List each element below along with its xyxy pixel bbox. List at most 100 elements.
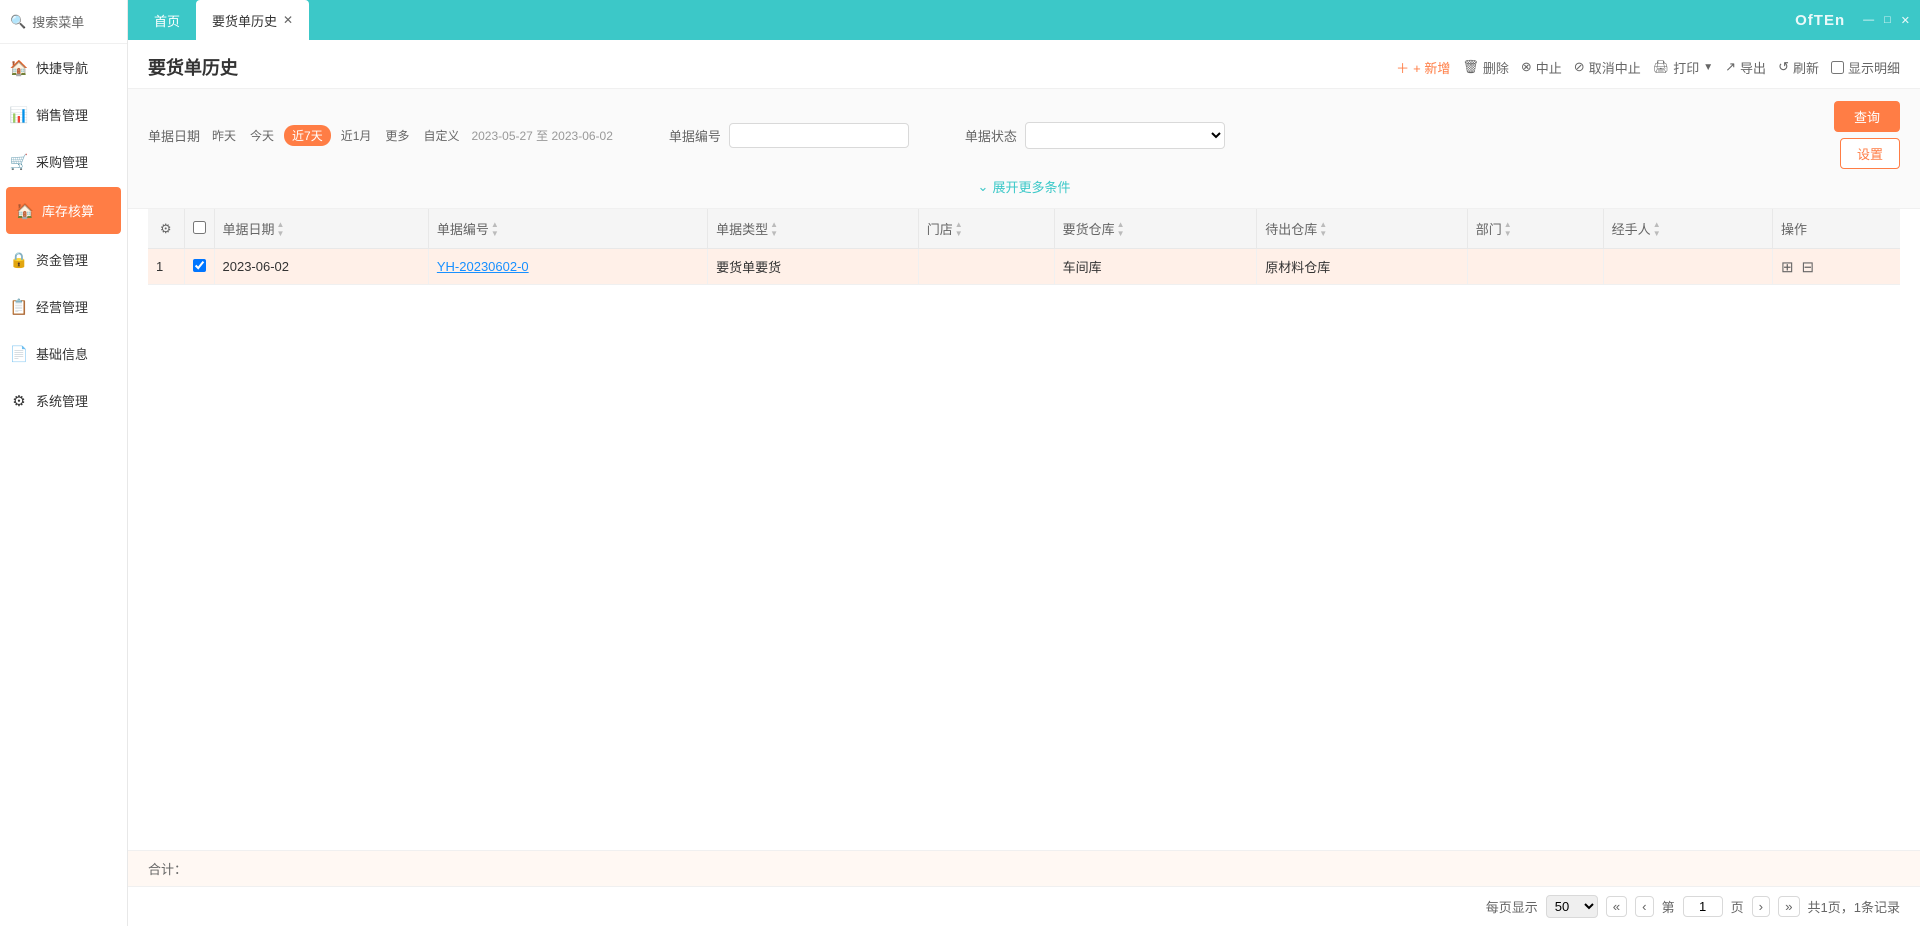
- sidebar-item-basic-info[interactable]: 📄基础信息: [0, 330, 127, 377]
- expand-more-btn[interactable]: ⌄ 展开更多条件: [148, 177, 1900, 196]
- operations-icon: 📋: [10, 298, 28, 316]
- sidebar-item-label: 快捷导航: [36, 58, 88, 77]
- delete-label: 删除: [1483, 58, 1509, 77]
- sidebar-item-label: 库存核算: [42, 201, 94, 220]
- tab-requisition-history[interactable]: 要货单历史 ✕: [196, 0, 309, 40]
- sidebar-item-label: 系统管理: [36, 391, 88, 410]
- window-maximize-btn[interactable]: □: [1884, 14, 1891, 26]
- last-page-btn[interactable]: »: [1778, 896, 1799, 917]
- print-dropdown-icon[interactable]: ▼: [1703, 62, 1713, 73]
- refresh-button[interactable]: ↺ 刷新: [1778, 58, 1819, 77]
- table-row: 1 2023-06-02 YH-20230602-0 要货单要货 车间库 原材料…: [148, 249, 1900, 285]
- col-actions: 操作: [1772, 209, 1900, 249]
- finance-icon: 🔒: [10, 251, 28, 269]
- filter-actions: 查询 设置: [1834, 101, 1900, 169]
- col-settings[interactable]: ⚙: [148, 209, 184, 249]
- col-doc-type: 单据类型 ▲▼: [708, 209, 919, 249]
- sidebar-item-inventory[interactable]: 🏠库存核算: [6, 187, 121, 234]
- delete-button[interactable]: 🗑 删除: [1462, 58, 1509, 77]
- purchase-icon: 🛒: [10, 153, 28, 171]
- tab-requisition-label: 要货单历史: [212, 11, 277, 30]
- pagination-bar: 每页显示 50 20 100 « ‹ 第 页 › » 共1页，1条记录: [128, 886, 1920, 926]
- filter-row-1: 单据日期 昨天 今天 近7天 近1月 更多 自定义 2023-05-27 至 2…: [148, 101, 1900, 169]
- sidebar-item-operations[interactable]: 📋 经营管理: [0, 283, 127, 330]
- sidebar-item-label: 经营管理: [36, 297, 88, 316]
- date-filter-label: 单据日期: [148, 126, 200, 145]
- stop-button[interactable]: ⊗ 中止: [1521, 58, 1562, 77]
- date-btn-1month[interactable]: 近1月: [337, 125, 376, 146]
- cancel-stop-icon: ⊘: [1574, 59, 1585, 75]
- sales-icon: 📊: [10, 106, 28, 124]
- window-minimize-btn[interactable]: —: [1863, 14, 1874, 26]
- date-btn-7days[interactable]: 近7天: [284, 125, 331, 146]
- basic-info-icon: 📄: [10, 345, 28, 363]
- sidebar-item-sales[interactable]: 📊销售管理: [0, 91, 127, 138]
- first-page-btn[interactable]: «: [1606, 896, 1627, 917]
- per-page-select[interactable]: 50 20 100: [1546, 895, 1598, 918]
- tab-close-icon[interactable]: ✕: [283, 13, 293, 27]
- cell-pending-warehouse: 原材料仓库: [1257, 249, 1468, 285]
- page-title: 要货单历史: [148, 54, 238, 80]
- export-button[interactable]: ↗ 导出: [1725, 58, 1766, 77]
- show-detail-label: 显示明细: [1848, 58, 1900, 77]
- col-pending-warehouse: 待出仓库 ▲▼: [1257, 209, 1468, 249]
- sidebar-item-finance[interactable]: 🔒 资金管理: [0, 236, 127, 283]
- per-page-label: 每页显示: [1486, 897, 1538, 916]
- sidebar-item-purchase[interactable]: 🛒 采购管理: [0, 138, 127, 185]
- brand-label: OfTEn: [1795, 12, 1845, 29]
- settings-button[interactable]: 设置: [1840, 138, 1900, 169]
- table-container: ⚙ 单据日期 ▲▼ 单据编号: [128, 209, 1920, 850]
- cell-checkbox[interactable]: [184, 249, 214, 285]
- new-button[interactable]: ＋ + 新增: [1396, 58, 1450, 77]
- window-close-btn[interactable]: ✕: [1901, 14, 1910, 27]
- status-select[interactable]: [1025, 122, 1225, 149]
- filter-area: 单据日期 昨天 今天 近7天 近1月 更多 自定义 2023-05-27 至 2…: [128, 89, 1920, 209]
- search-icon: 🔍: [10, 14, 26, 30]
- show-detail-checkbox[interactable]: [1831, 61, 1844, 74]
- cancel-stop-button[interactable]: ⊘ 取消中止: [1574, 58, 1641, 77]
- sidebar-item-label: 资金管理: [36, 250, 88, 269]
- stop-label: 中止: [1536, 58, 1562, 77]
- date-btn-today[interactable]: 今天: [246, 125, 278, 146]
- expand-more-label: 展开更多条件: [992, 177, 1070, 196]
- show-detail-toggle[interactable]: 显示明细: [1831, 58, 1900, 77]
- date-btn-more[interactable]: 更多: [381, 125, 413, 146]
- cell-doc-number[interactable]: YH-20230602-0: [428, 249, 707, 285]
- page-number-input[interactable]: [1683, 896, 1723, 917]
- date-filter-group: 单据日期 昨天 今天 近7天 近1月 更多 自定义 2023-05-27 至 2…: [148, 125, 613, 146]
- prev-page-btn[interactable]: ‹: [1635, 896, 1653, 917]
- col-date: 单据日期 ▲▼: [214, 209, 428, 249]
- cell-index: 1: [148, 249, 184, 285]
- new-label: + 新增: [1413, 58, 1450, 77]
- doc-number-input[interactable]: [729, 123, 909, 148]
- content-area: 要货单历史 ＋ + 新增 🗑 删除 ⊗ 中止 ⊘ 取消中止: [128, 40, 1920, 926]
- query-button[interactable]: 查询: [1834, 101, 1900, 132]
- export-icon: ↗: [1725, 59, 1736, 75]
- row-more-icon[interactable]: ⊟: [1802, 258, 1815, 276]
- print-button[interactable]: 🖨 打印 ▼: [1653, 58, 1713, 77]
- tab-home[interactable]: 首页: [138, 0, 196, 40]
- col-handler: 经手人 ▲▼: [1603, 209, 1772, 249]
- toolbar: ＋ + 新增 🗑 删除 ⊗ 中止 ⊘ 取消中止 🖨 打印: [1396, 58, 1900, 77]
- sidebar-item-label: 采购管理: [36, 152, 88, 171]
- tab-home-label: 首页: [154, 11, 180, 30]
- sidebar-item-quick-nav[interactable]: 🏠 快捷导航: [0, 44, 127, 91]
- date-btn-yesterday[interactable]: 昨天: [208, 125, 240, 146]
- stop-icon: ⊗: [1521, 59, 1532, 75]
- main-area: 首页 要货单历史 ✕ OfTEn — □ ✕ 要货单历史 ＋ + 新增 🗑: [128, 0, 1920, 926]
- row-edit-icon[interactable]: ⊞: [1781, 258, 1794, 276]
- sidebar-item-system[interactable]: ⚙系统管理: [0, 377, 127, 424]
- col-department: 部门 ▲▼: [1467, 209, 1603, 249]
- refresh-label: 刷新: [1793, 58, 1819, 77]
- select-all-checkbox[interactable]: [193, 221, 206, 234]
- status-filter-group: 单据状态: [965, 122, 1225, 149]
- quick-nav-icon: 🏠: [10, 59, 28, 77]
- next-page-btn[interactable]: ›: [1752, 896, 1770, 917]
- summary-label: 合计：: [148, 862, 187, 877]
- print-icon: 🖨: [1653, 59, 1670, 75]
- page-label: 第: [1662, 897, 1675, 916]
- doc-number-label: 单据编号: [669, 126, 721, 145]
- date-btn-custom[interactable]: 自定义: [419, 125, 463, 146]
- print-label: 打印: [1673, 58, 1699, 77]
- sidebar-search[interactable]: 🔍 搜索菜单: [0, 0, 127, 44]
